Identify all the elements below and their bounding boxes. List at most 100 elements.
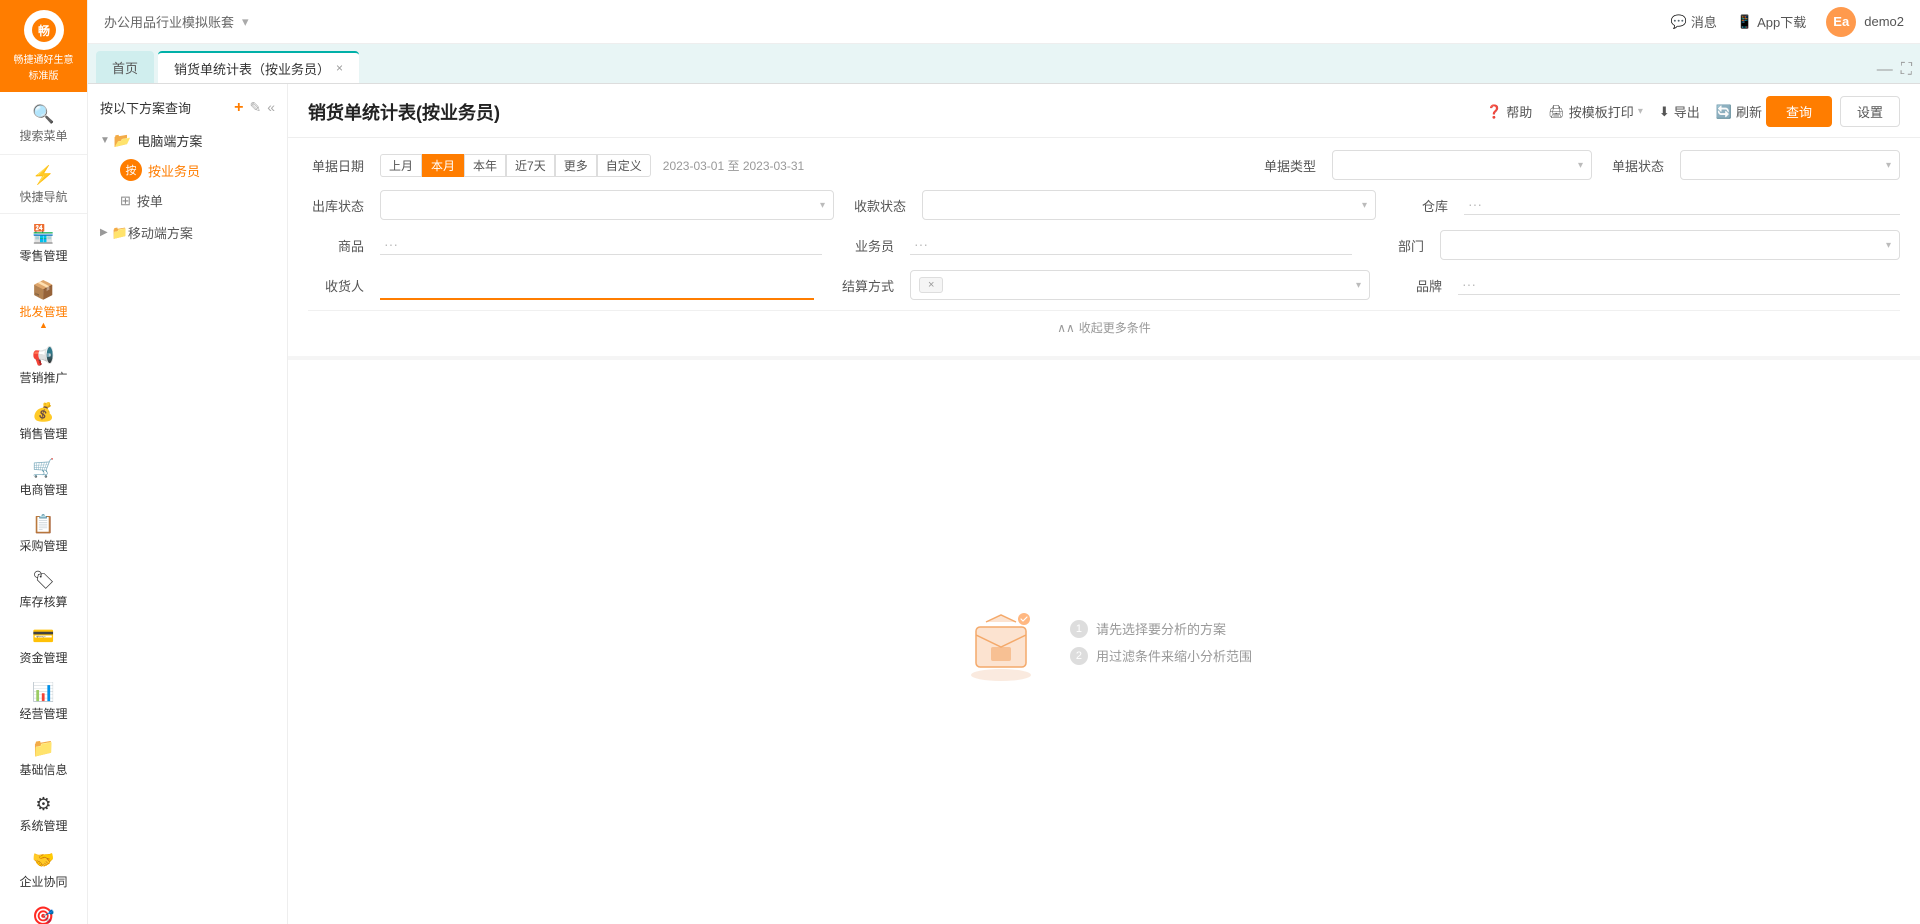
quick-nav-item[interactable]: ⚡ 快捷导航 <box>0 155 87 214</box>
doc-type-select[interactable]: ▾ <box>1332 150 1592 180</box>
data-area: 1 请先选择要分析的方案 2 用过滤条件来缩小分析范围 <box>288 360 1920 924</box>
collapse-button[interactable]: ∧∧ 收起更多条件 <box>1057 319 1151 336</box>
content-area: 按以下方案查询 + ✎ « ▼ 📂 电脑端方案 按 按业务员 <box>88 84 1920 924</box>
goods-dots[interactable]: ··· <box>380 236 402 252</box>
pay-status-select[interactable]: ▾ <box>922 190 1376 220</box>
left-panel: 按以下方案查询 + ✎ « ▼ 📂 电脑端方案 按 按业务员 <box>88 84 288 924</box>
salesman-label: 业务员 <box>838 236 894 255</box>
doc-type-arrow-icon: ▾ <box>1578 160 1583 171</box>
inventory-icon: 🏷 <box>32 570 55 591</box>
lp-add-icon[interactable]: + <box>234 99 243 117</box>
query-button[interactable]: 查询 <box>1766 96 1832 127</box>
out-status-select[interactable]: ▾ <box>380 190 834 220</box>
operation-icon: 📊 <box>32 682 54 703</box>
dept-arrow-icon: ▾ <box>1886 240 1891 251</box>
export-button[interactable]: ⬇ 导出 <box>1659 102 1700 121</box>
sidebar-item-system[interactable]: ⚙ 系统管理 <box>0 784 87 840</box>
lp-section-pc: ▼ 📂 电脑端方案 按 按业务员 ⊞ 按单 <box>88 123 287 219</box>
mobile-section-arrow: ▶ <box>100 227 108 238</box>
order-scheme-label: 按单 <box>137 191 163 210</box>
system-icon: ⚙ <box>35 794 51 815</box>
date-tab-this-month[interactable]: 本月 <box>422 154 464 177</box>
tip-text-1: 请先选择要分析的方案 <box>1096 619 1226 638</box>
sidebar-item-wholesale[interactable]: 📦 批发管理 ▲ <box>0 270 87 336</box>
sales-icon: 💰 <box>32 402 54 423</box>
brand-label: 品牌 <box>1386 276 1442 295</box>
wholesale-icon: 📦 <box>32 280 54 301</box>
sidebar: 畅 畅捷通好生意 标准版 🔍 搜索菜单 ⚡ 快捷导航 🏪 零售管理 📦 批发管理… <box>0 0 88 924</box>
salesman-dots[interactable]: ··· <box>910 236 932 252</box>
tab-close-icon[interactable]: × <box>336 61 343 75</box>
sidebar-item-guide[interactable]: 🎯 新手引导 <box>0 896 87 924</box>
sidebar-item-sales[interactable]: 💰 销售管理 <box>0 392 87 448</box>
export-icon: ⬇ <box>1659 104 1670 120</box>
empty-state: 1 请先选择要分析的方案 2 用过滤条件来缩小分析范围 <box>956 597 1252 687</box>
settle-select[interactable]: × ▾ <box>910 270 1370 300</box>
sidebar-item-corp-label: 企业协同 <box>19 873 67 890</box>
empty-illustration <box>956 597 1046 687</box>
basic-icon: 📁 <box>32 738 54 759</box>
sidebar-item-operation[interactable]: 📊 经营管理 <box>0 672 87 728</box>
page-header: 销货单统计表(按业务员) ❓ 帮助 🖨 按模板打印 ▾ <box>288 84 1920 138</box>
app-icon: 📱 <box>1737 14 1753 30</box>
doc-status-select[interactable]: ▾ <box>1680 150 1900 180</box>
brand-dots[interactable]: ··· <box>1458 276 1480 292</box>
sidebar-item-inventory-label: 库存核算 <box>19 593 67 610</box>
tab-minimize-icon[interactable]: — <box>1877 61 1893 79</box>
lp-collapse-icon[interactable]: « <box>267 99 275 117</box>
lp-edit-icon[interactable]: ✎ <box>249 99 261 117</box>
lp-section-mobile-title[interactable]: ▶ 📁 移动端方案 <box>100 219 287 246</box>
sidebar-logo: 畅 畅捷通好生意 标准版 <box>0 0 88 92</box>
date-tab-this-year[interactable]: 本年 <box>464 154 506 177</box>
lp-header: 按以下方案查询 + ✎ « <box>88 92 287 123</box>
tip-text-2: 用过滤条件来缩小分析范围 <box>1096 646 1252 665</box>
salesman-scheme-icon: 按 <box>120 159 142 181</box>
date-range-text: 2023-03-01 至 2023-03-31 <box>663 157 804 174</box>
date-tab-last-month[interactable]: 上月 <box>380 154 422 177</box>
sidebar-item-marketing[interactable]: 📢 营销推广 <box>0 336 87 392</box>
date-tab-last7[interactable]: 近7天 <box>506 154 555 177</box>
doc-status-label: 单据状态 <box>1608 156 1664 175</box>
tab-home[interactable]: 首页 <box>96 51 154 83</box>
sidebar-item-retail[interactable]: 🏪 零售管理 <box>0 214 87 270</box>
tab-maximize-icon[interactable]: ⛶ <box>1901 61 1912 79</box>
sidebar-item-basic-label: 基础信息 <box>19 761 67 778</box>
print-icon: 🖨 <box>1548 104 1565 120</box>
date-tab-custom[interactable]: 自定义 <box>597 154 651 177</box>
tab-sales-report[interactable]: 销货单统计表（按业务员） × <box>158 51 359 83</box>
help-button[interactable]: ❓ 帮助 <box>1486 102 1532 121</box>
pc-section-arrow: ▼ <box>100 135 110 146</box>
app-download-button[interactable]: 📱 App下载 <box>1737 12 1806 31</box>
settings-button[interactable]: 设置 <box>1840 96 1900 127</box>
sidebar-item-purchase[interactable]: 📋 采购管理 <box>0 504 87 560</box>
collapse-row: ∧∧ 收起更多条件 <box>308 310 1900 344</box>
search-menu-item[interactable]: 🔍 搜索菜单 <box>0 92 87 155</box>
sidebar-item-finance[interactable]: 💳 资金管理 <box>0 616 87 672</box>
refresh-button[interactable]: 🔄 刷新 <box>1716 102 1762 121</box>
user-profile-button[interactable]: Ea demo2 <box>1826 7 1904 37</box>
sidebar-item-ecommerce[interactable]: 🛒 电商管理 <box>0 448 87 504</box>
consignee-input[interactable] <box>380 270 814 300</box>
settle-arrow-icon: ▾ <box>1356 280 1361 291</box>
page-title-row: 销货单统计表(按业务员) ❓ 帮助 🖨 按模板打印 ▾ <box>308 96 1900 137</box>
order-scheme-icon: ⊞ <box>120 193 131 209</box>
dept-select[interactable]: ▾ <box>1440 230 1900 260</box>
lp-section-pc-title[interactable]: ▼ 📂 电脑端方案 <box>88 127 287 154</box>
lp-item-by-salesman[interactable]: 按 按业务员 <box>116 154 287 186</box>
sidebar-item-inventory[interactable]: 🏷 库存核算 <box>0 560 87 616</box>
message-button[interactable]: 💬 消息 <box>1671 12 1717 31</box>
out-status-label: 出库状态 <box>308 196 364 215</box>
breadcrumb-dropdown-icon[interactable]: ▾ <box>242 14 249 30</box>
warehouse-dots[interactable]: ··· <box>1464 196 1486 212</box>
print-dropdown-icon[interactable]: ▾ <box>1638 106 1643 117</box>
print-button[interactable]: 🖨 按模板打印 ▾ <box>1548 102 1643 121</box>
message-label: 消息 <box>1691 12 1717 31</box>
sidebar-item-basic[interactable]: 📁 基础信息 <box>0 728 87 784</box>
date-tab-more[interactable]: 更多 <box>555 154 597 177</box>
settle-tag-close[interactable]: × <box>928 279 934 291</box>
lp-item-by-order[interactable]: ⊞ 按单 <box>116 186 287 215</box>
sidebar-item-corp[interactable]: 🤝 企业协同 <box>0 840 87 896</box>
filter-row-1: 单据日期 上月 本月 本年 近7天 更多 自定义 2023-03-01 至 20… <box>308 150 1900 180</box>
filter-row-3: 商品 ··· 业务员 ··· 部门 ▾ <box>308 230 1900 260</box>
topbar-right: 💬 消息 📱 App下载 Ea demo2 <box>1671 7 1904 37</box>
